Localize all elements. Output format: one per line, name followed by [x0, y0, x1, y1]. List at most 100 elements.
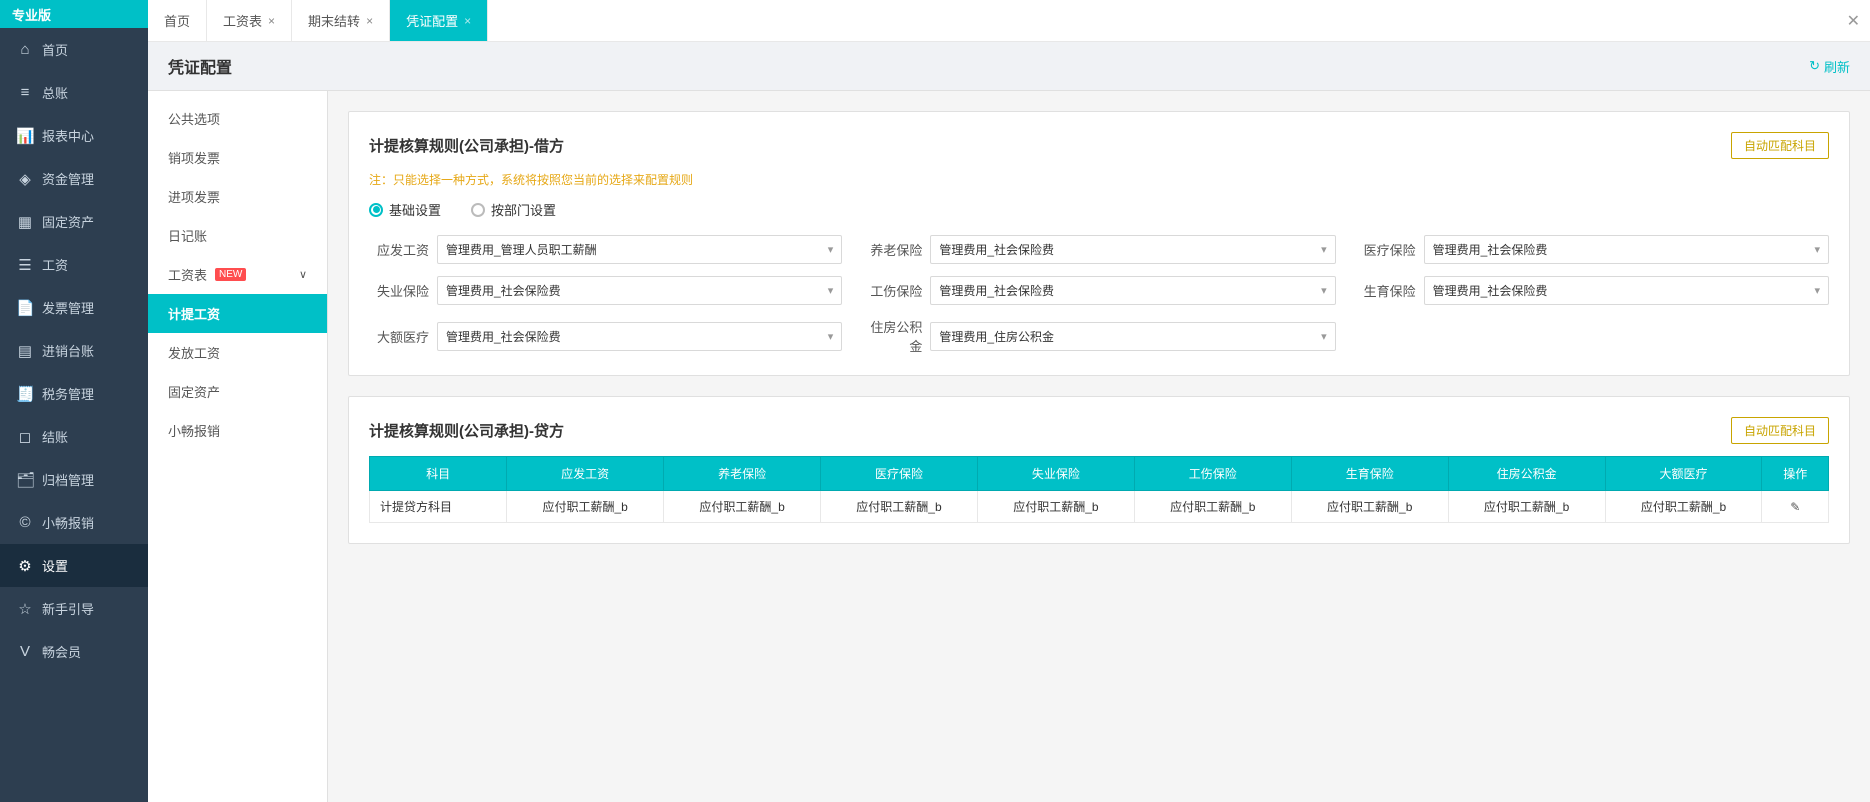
- chevron-down-icon: ▾: [828, 284, 834, 297]
- chevron-down-icon: ▾: [828, 330, 834, 343]
- nav-item-issue[interactable]: 发放工资: [148, 333, 327, 372]
- td-extra-medical: 应付职工薪酬_b: [1605, 491, 1762, 523]
- tab-home[interactable]: 首页: [148, 0, 207, 41]
- tab-voucher-config[interactable]: 凭证配置 ×: [390, 0, 488, 41]
- th-medical: 医疗保险: [821, 457, 978, 491]
- radio-basic[interactable]: 基础设置: [369, 200, 441, 219]
- debit-auto-match-button[interactable]: 自动匹配科目: [1731, 132, 1829, 159]
- sidebar-item-vip[interactable]: V 畅会员: [0, 630, 148, 673]
- td-medical: 应付职工薪酬_b: [821, 491, 978, 523]
- topbar: 首页 工资表 × 期末结转 × 凭证配置 × ✕: [148, 0, 1870, 42]
- sidebar-item-stock[interactable]: ▤ 进销台账: [0, 329, 148, 372]
- nav-item-sales-invoice[interactable]: 销项发票: [148, 138, 327, 177]
- new-badge: NEW: [215, 268, 246, 281]
- credit-table: 科目 应发工资 养老保险 医疗保险 失业保险 工伤保险 生育保险 住房公积金 大…: [369, 456, 1829, 523]
- radio-group: 基础设置 按部门设置: [369, 200, 1829, 219]
- sidebar-item-guide[interactable]: ☆ 新手引导: [0, 587, 148, 630]
- main-panel: 计提核算规则(公司承担)-借方 自动匹配科目 注：只能选择一种方式，系统将按照您…: [328, 91, 1870, 802]
- form-select-maternity[interactable]: 管理费用_社会保险费 ▾: [1424, 276, 1829, 305]
- form-select-injury[interactable]: 管理费用_社会保险费 ▾: [930, 276, 1335, 305]
- th-unemployment: 失业保险: [977, 457, 1134, 491]
- tab-voucher-close[interactable]: ×: [464, 14, 471, 28]
- debit-section: 计提核算规则(公司承担)-借方 自动匹配科目 注：只能选择一种方式，系统将按照您…: [348, 111, 1850, 376]
- nav-item-salary-table[interactable]: 工资表 NEW ∨: [148, 255, 327, 294]
- td-subject: 计提贷方科目: [370, 491, 507, 523]
- nav-item-accrual[interactable]: 计提工资: [148, 294, 327, 333]
- form-label-extra-medical: 大额医疗: [369, 327, 429, 346]
- chevron-down-icon: ▾: [1814, 284, 1820, 297]
- chevron-down-icon: ▾: [1321, 330, 1327, 343]
- invoice-icon: 📄: [16, 299, 34, 317]
- form-label-maternity: 生育保险: [1356, 281, 1416, 300]
- sidebar-item-label: 小畅报销: [42, 513, 94, 532]
- nav-item-purchase-invoice[interactable]: 进项发票: [148, 177, 327, 216]
- refresh-icon: ↻: [1809, 58, 1820, 74]
- sidebar-item-label: 发票管理: [42, 298, 94, 317]
- salary-icon: ☰: [16, 256, 34, 274]
- expand-arrow-icon: ∨: [299, 268, 307, 281]
- sidebar: 专业版 ⌂ 首页 ≡ 总账 📊 报表中心 ◈ 资金管理 ▦ 固定资产 ☰ 工资 …: [0, 0, 148, 802]
- sidebar-item-label: 首页: [42, 40, 68, 59]
- form-select-salary-value: 管理费用_管理人员职工薪酬: [446, 241, 597, 258]
- radio-department-label: 按部门设置: [491, 200, 556, 219]
- td-action[interactable]: ✎: [1762, 491, 1829, 523]
- form-select-housing[interactable]: 管理费用_住房公积金 ▾: [930, 322, 1335, 351]
- form-select-medical-value: 管理费用_社会保险费: [1433, 241, 1548, 258]
- sidebar-item-salary[interactable]: ☰ 工资: [0, 243, 148, 286]
- sidebar-item-fixed[interactable]: ▦ 固定资产: [0, 200, 148, 243]
- debit-section-title: 计提核算规则(公司承担)-借方: [369, 135, 564, 156]
- sidebar-item-label: 工资: [42, 255, 68, 274]
- page-header: 凭证配置 ↻ 刷新: [148, 42, 1870, 91]
- form-select-extra-medical[interactable]: 管理费用_社会保险费 ▾: [437, 322, 842, 351]
- fixed-icon: ▦: [16, 213, 34, 231]
- nav-item-journal[interactable]: 日记账: [148, 216, 327, 255]
- sidebar-item-invoice[interactable]: 📄 发票管理: [0, 286, 148, 329]
- credit-section: 计提核算规则(公司承担)-贷方 自动匹配科目 科目 应发工资 养老保险 医疗保险…: [348, 396, 1850, 544]
- form-select-pension[interactable]: 管理费用_社会保险费 ▾: [930, 235, 1335, 264]
- sidebar-item-close[interactable]: ◻ 结账: [0, 415, 148, 458]
- form-select-medical[interactable]: 管理费用_社会保险费 ▾: [1424, 235, 1829, 264]
- table-row: 计提贷方科目 应付职工薪酬_b 应付职工薪酬_b 应付职工薪酬_b 应付职工薪酬…: [370, 491, 1829, 523]
- form-select-unemployment-value: 管理费用_社会保险费: [446, 282, 561, 299]
- tab-period-close-btn[interactable]: ×: [366, 14, 373, 28]
- sidebar-item-settings[interactable]: ⚙ 设置: [0, 544, 148, 587]
- tax-icon: 🧾: [16, 385, 34, 403]
- app-logo: 专业版: [0, 0, 148, 28]
- tab-salary-table[interactable]: 工资表 ×: [207, 0, 292, 41]
- th-extra-medical: 大额医疗: [1605, 457, 1762, 491]
- refresh-button[interactable]: ↻ 刷新: [1809, 57, 1850, 76]
- form-label-medical: 医疗保险: [1356, 240, 1416, 259]
- nav-item-fixed-assets[interactable]: 固定资产: [148, 372, 327, 411]
- form-label-injury: 工伤保险: [862, 281, 922, 300]
- close-all-tabs[interactable]: ✕: [1847, 11, 1860, 31]
- radio-department[interactable]: 按部门设置: [471, 200, 556, 219]
- nav-item-public[interactable]: 公共选项: [148, 99, 327, 138]
- tab-period-close[interactable]: 期末结转 ×: [292, 0, 390, 41]
- tab-salary-close[interactable]: ×: [268, 14, 275, 28]
- form-select-maternity-value: 管理费用_社会保险费: [1433, 282, 1548, 299]
- sidebar-item-label: 固定资产: [42, 212, 94, 231]
- form-select-pension-value: 管理费用_社会保险费: [939, 241, 1054, 258]
- form-label-salary: 应发工资: [369, 240, 429, 259]
- page-title: 凭证配置: [168, 54, 232, 78]
- sidebar-item-label: 税务管理: [42, 384, 94, 403]
- form-select-unemployment[interactable]: 管理费用_社会保险费 ▾: [437, 276, 842, 305]
- credit-auto-match-button[interactable]: 自动匹配科目: [1731, 417, 1829, 444]
- sidebar-item-xiao[interactable]: © 小畅报销: [0, 501, 148, 544]
- sidebar-item-tax[interactable]: 🧾 税务管理: [0, 372, 148, 415]
- sidebar-item-report[interactable]: 📊 报表中心: [0, 114, 148, 157]
- form-select-injury-value: 管理费用_社会保险费: [939, 282, 1054, 299]
- form-select-salary[interactable]: 管理费用_管理人员职工薪酬 ▾: [437, 235, 842, 264]
- sidebar-item-ledger[interactable]: ≡ 总账: [0, 71, 148, 114]
- th-action: 操作: [1762, 457, 1829, 491]
- edit-icon[interactable]: ✎: [1790, 500, 1800, 514]
- form-row-housing: 住房公积金 管理费用_住房公积金 ▾: [862, 317, 1335, 355]
- sidebar-item-capital[interactable]: ◈ 资金管理: [0, 157, 148, 200]
- sidebar-item-label: 资金管理: [42, 169, 94, 188]
- sidebar-item-home[interactable]: ⌂ 首页: [0, 28, 148, 71]
- close-icon: ◻: [16, 428, 34, 446]
- radio-basic-label: 基础设置: [389, 200, 441, 219]
- archive-icon: 🗂: [16, 471, 34, 489]
- nav-item-xiaochang[interactable]: 小畅报销: [148, 411, 327, 450]
- sidebar-item-archive[interactable]: 🗂 归档管理: [0, 458, 148, 501]
